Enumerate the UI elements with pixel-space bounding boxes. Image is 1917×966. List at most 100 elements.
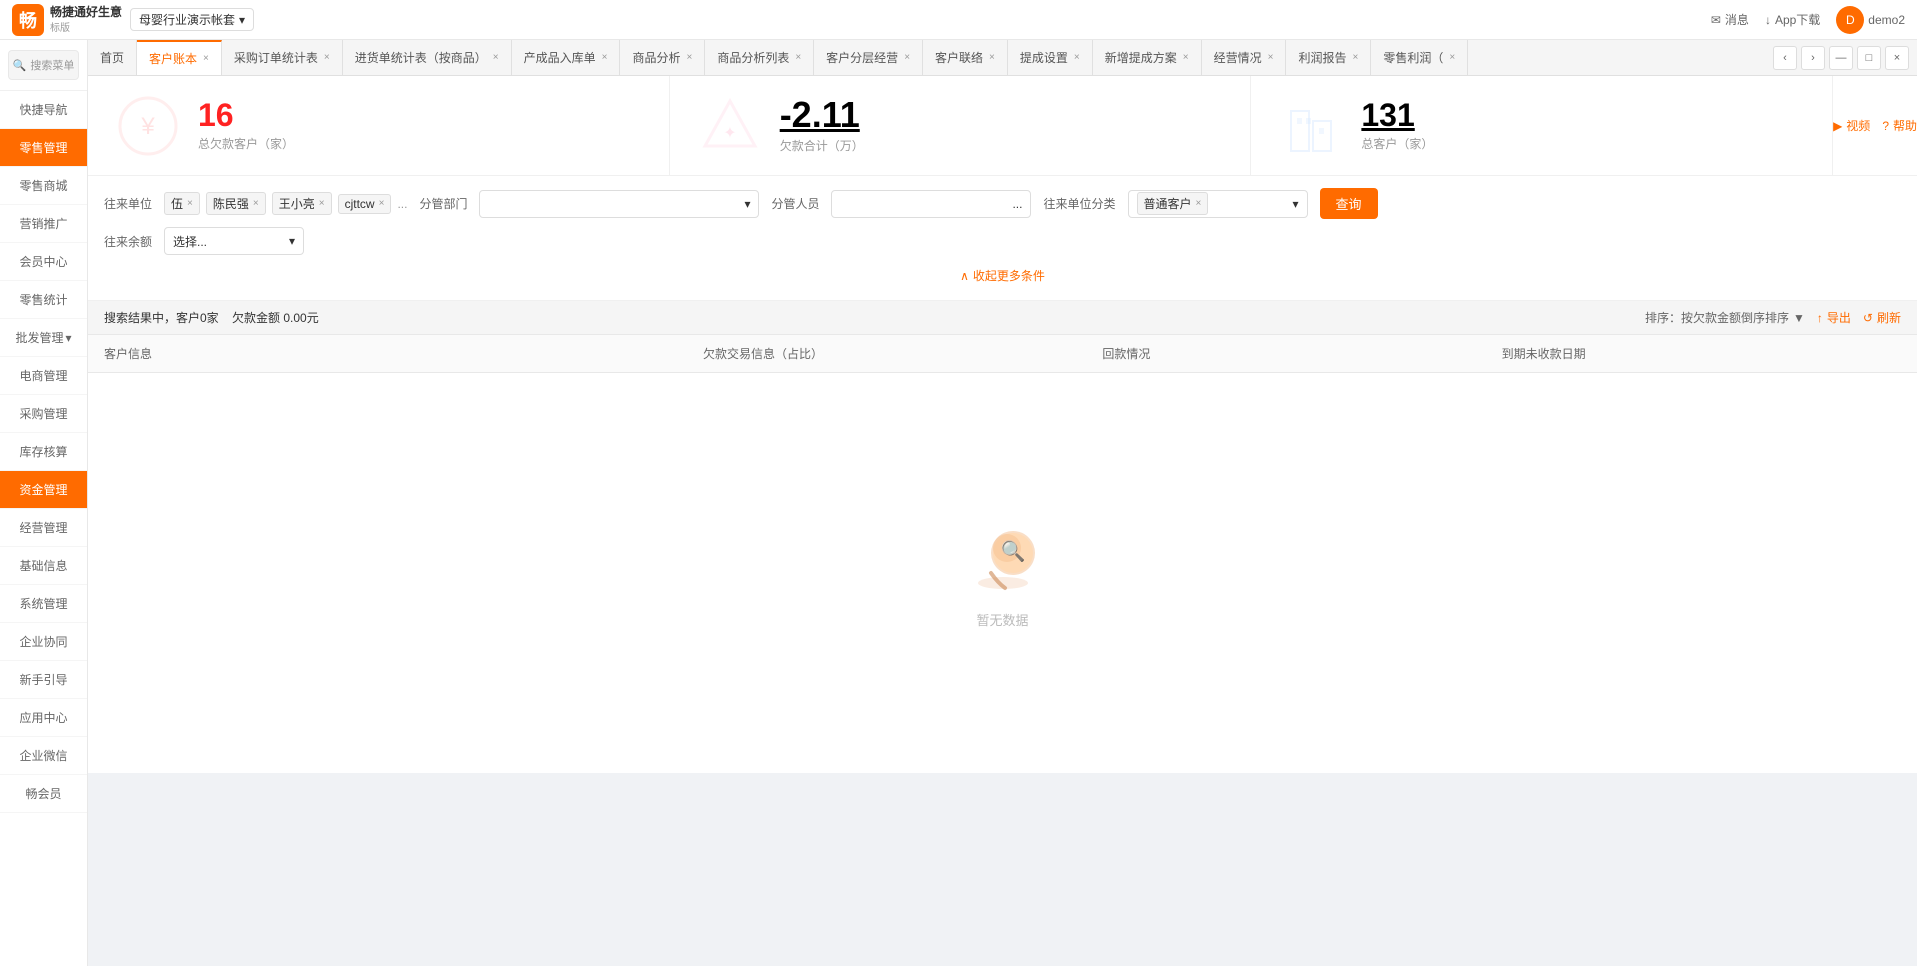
sidebar-item-app-center[interactable]: 应用中心	[0, 699, 87, 737]
help-btn[interactable]: ? 帮助	[1882, 117, 1917, 134]
messages-btn[interactable]: ✉ 消息	[1711, 11, 1749, 28]
filter-tag-remove[interactable]: ×	[1196, 198, 1202, 209]
sidebar-item-member[interactable]: 畅会员	[0, 775, 87, 813]
filter-tag-remove[interactable]: ×	[319, 198, 325, 209]
collapse-label: 收起更多条件	[973, 267, 1045, 284]
sidebar-item-sys-mgmt[interactable]: 系统管理	[0, 585, 87, 623]
tab-close-icon[interactable]: ×	[203, 53, 209, 64]
tab-close-icon[interactable]: ×	[1268, 52, 1274, 63]
sidebar-item-basic-info[interactable]: 基础信息	[0, 547, 87, 585]
filter-tag-remove[interactable]: ×	[379, 198, 385, 209]
sidebar-item-label: 应用中心	[19, 711, 67, 725]
tab-close-icon[interactable]: ×	[904, 52, 910, 63]
tab-profit-report[interactable]: 利润报告 ×	[1286, 40, 1371, 76]
tab-new-achievement[interactable]: 新增提成方案 ×	[1093, 40, 1202, 76]
sidebar-item-marketing[interactable]: 营销推广	[0, 205, 87, 243]
tab-retail-profit[interactable]: 零售利润（ ×	[1371, 40, 1468, 76]
stat-icon-building	[1281, 96, 1341, 156]
sidebar-item-retail-mgmt[interactable]: 零售管理	[0, 129, 87, 167]
filter-tag-wang: 王小亮 ×	[272, 192, 332, 215]
filter-person-select[interactable]: ...	[831, 190, 1031, 218]
sidebar-item-quick-nav[interactable]: 快捷导航	[0, 91, 87, 129]
chevron-down-icon: ▾	[744, 197, 750, 211]
tab-prev-btn[interactable]: ‹	[1773, 46, 1797, 70]
tab-close-icon[interactable]: ×	[602, 52, 608, 63]
sidebar-item-retail-mall[interactable]: 零售商城	[0, 167, 87, 205]
tab-close-icon[interactable]: ×	[686, 52, 692, 63]
filter-tag-cjttcw: cjttcw ×	[338, 194, 392, 214]
tab-close-icon[interactable]: ×	[493, 52, 499, 63]
tab-product-inbound[interactable]: 产成品入库单 ×	[512, 40, 621, 76]
logo-subtitle: 标版	[50, 19, 122, 34]
collapse-filter-btn[interactable]: ∧ 收起更多条件	[104, 263, 1901, 288]
filter-unit-tags: 伍 × 陈民强 × 王小亮 × cjttcw ×	[164, 192, 407, 215]
logo-char: 畅	[19, 7, 37, 33]
export-icon: ↑	[1817, 311, 1823, 325]
tab-next-btn[interactable]: ›	[1801, 46, 1825, 70]
tab-close-icon[interactable]: ×	[989, 52, 995, 63]
result-actions: 排序：按欠款金额倒序排序 ▼ ↑ 导出 ↺ 刷新	[1645, 309, 1901, 326]
table-col-customer-info: 客户信息	[104, 345, 703, 362]
tab-inbound-stats[interactable]: 进货单统计表（按商品） ×	[343, 40, 512, 76]
collapse-icon: ∧	[960, 269, 969, 283]
filter-balance-select[interactable]: 选择... ▾	[164, 227, 304, 255]
table-col-repayment: 回款情况	[1102, 345, 1501, 362]
tab-close-all-btn[interactable]: ×	[1885, 46, 1909, 70]
filter-tag-remove[interactable]: ×	[253, 198, 259, 209]
tab-new-achievement-label: 新增提成方案	[1105, 49, 1177, 66]
help-icon: ?	[1882, 119, 1889, 133]
sidebar-item-operations[interactable]: 经营管理	[0, 509, 87, 547]
sidebar-item-purchase[interactable]: 采购管理	[0, 395, 87, 433]
sidebar-item-enterprise[interactable]: 企业协同	[0, 623, 87, 661]
tab-close-icon[interactable]: ×	[1352, 52, 1358, 63]
sidebar-item-new-guide[interactable]: 新手引导	[0, 661, 87, 699]
filter-more-btn[interactable]: ...	[397, 197, 407, 211]
tab-customer-tier[interactable]: 客户分层经营 ×	[814, 40, 923, 76]
search-menu-label: 搜索菜单	[30, 57, 74, 73]
video-btn[interactable]: ▶ 视频	[1833, 117, 1870, 134]
download-icon: ↓	[1765, 13, 1771, 27]
refresh-btn[interactable]: ↺ 刷新	[1863, 309, 1901, 326]
tab-close-icon[interactable]: ×	[795, 52, 801, 63]
main-layout: 🔍 搜索菜单 快捷导航 零售管理 零售商城 营销推广 会员中心 零售统计 批发管…	[0, 40, 1917, 966]
export-btn[interactable]: ↑ 导出	[1817, 309, 1851, 326]
user-area[interactable]: D demo2	[1836, 6, 1905, 34]
logo-title: 畅捷通好生意	[50, 5, 122, 19]
account-selector[interactable]: 母婴行业演示帐套 ▾	[130, 8, 254, 31]
empty-icon: 🔍	[963, 518, 1043, 598]
sidebar-item-ecommerce[interactable]: 电商管理	[0, 357, 87, 395]
tab-purchase-order[interactable]: 采购订单统计表 ×	[222, 40, 343, 76]
filter-tag-remove[interactable]: ×	[187, 198, 193, 209]
tab-operations-status[interactable]: 经营情况 ×	[1202, 40, 1287, 76]
tab-close-icon[interactable]: ×	[1183, 52, 1189, 63]
table-col-overdue-date: 到期未收款日期	[1502, 345, 1901, 362]
sidebar-item-inventory[interactable]: 库存核算	[0, 433, 87, 471]
sidebar-item-member-center[interactable]: 会员中心	[0, 243, 87, 281]
tab-minimize-btn[interactable]: —	[1829, 46, 1853, 70]
page-content: ¥ 16 总欠款客户（家） ✦	[88, 76, 1917, 966]
tab-customer-debt[interactable]: 客户账本 ×	[137, 40, 222, 76]
tab-raise-settings[interactable]: 提成设置 ×	[1008, 40, 1093, 76]
sidebar-item-finance[interactable]: 资金管理	[0, 471, 87, 509]
filter-dept-select[interactable]: ▾	[479, 190, 759, 218]
app-download-btn[interactable]: ↓ App下载	[1765, 11, 1820, 28]
sidebar-item-label: 零售统计	[19, 293, 67, 307]
tab-home[interactable]: 首页	[88, 40, 137, 76]
tab-maximize-btn[interactable]: □	[1857, 46, 1881, 70]
filter-unit-class-select[interactable]: 普通客户 × ▾	[1128, 190, 1308, 218]
tab-customer-contact[interactable]: 客户联络 ×	[923, 40, 1008, 76]
sidebar-item-label: 零售管理	[19, 141, 67, 155]
messages-label: 消息	[1725, 11, 1749, 28]
tab-product-analysis-list[interactable]: 商品分析列表 ×	[705, 40, 814, 76]
stat-label-customers: 总欠款客户（家）	[198, 135, 294, 152]
tab-product-analysis[interactable]: 商品分析 ×	[620, 40, 705, 76]
sidebar-item-batch-mgmt[interactable]: 批发管理 ▾	[0, 319, 87, 357]
tab-close-icon[interactable]: ×	[1074, 52, 1080, 63]
sort-btn[interactable]: 排序：按欠款金额倒序排序 ▼	[1645, 309, 1805, 326]
sidebar-item-enterprise-wechat[interactable]: 企业微信	[0, 737, 87, 775]
tab-close-icon[interactable]: ×	[324, 52, 330, 63]
query-button[interactable]: 查询	[1320, 188, 1378, 219]
search-menu-btn[interactable]: 🔍 搜索菜单	[8, 50, 79, 80]
tab-close-icon[interactable]: ×	[1449, 52, 1455, 63]
sidebar-item-retail-stats[interactable]: 零售统计	[0, 281, 87, 319]
